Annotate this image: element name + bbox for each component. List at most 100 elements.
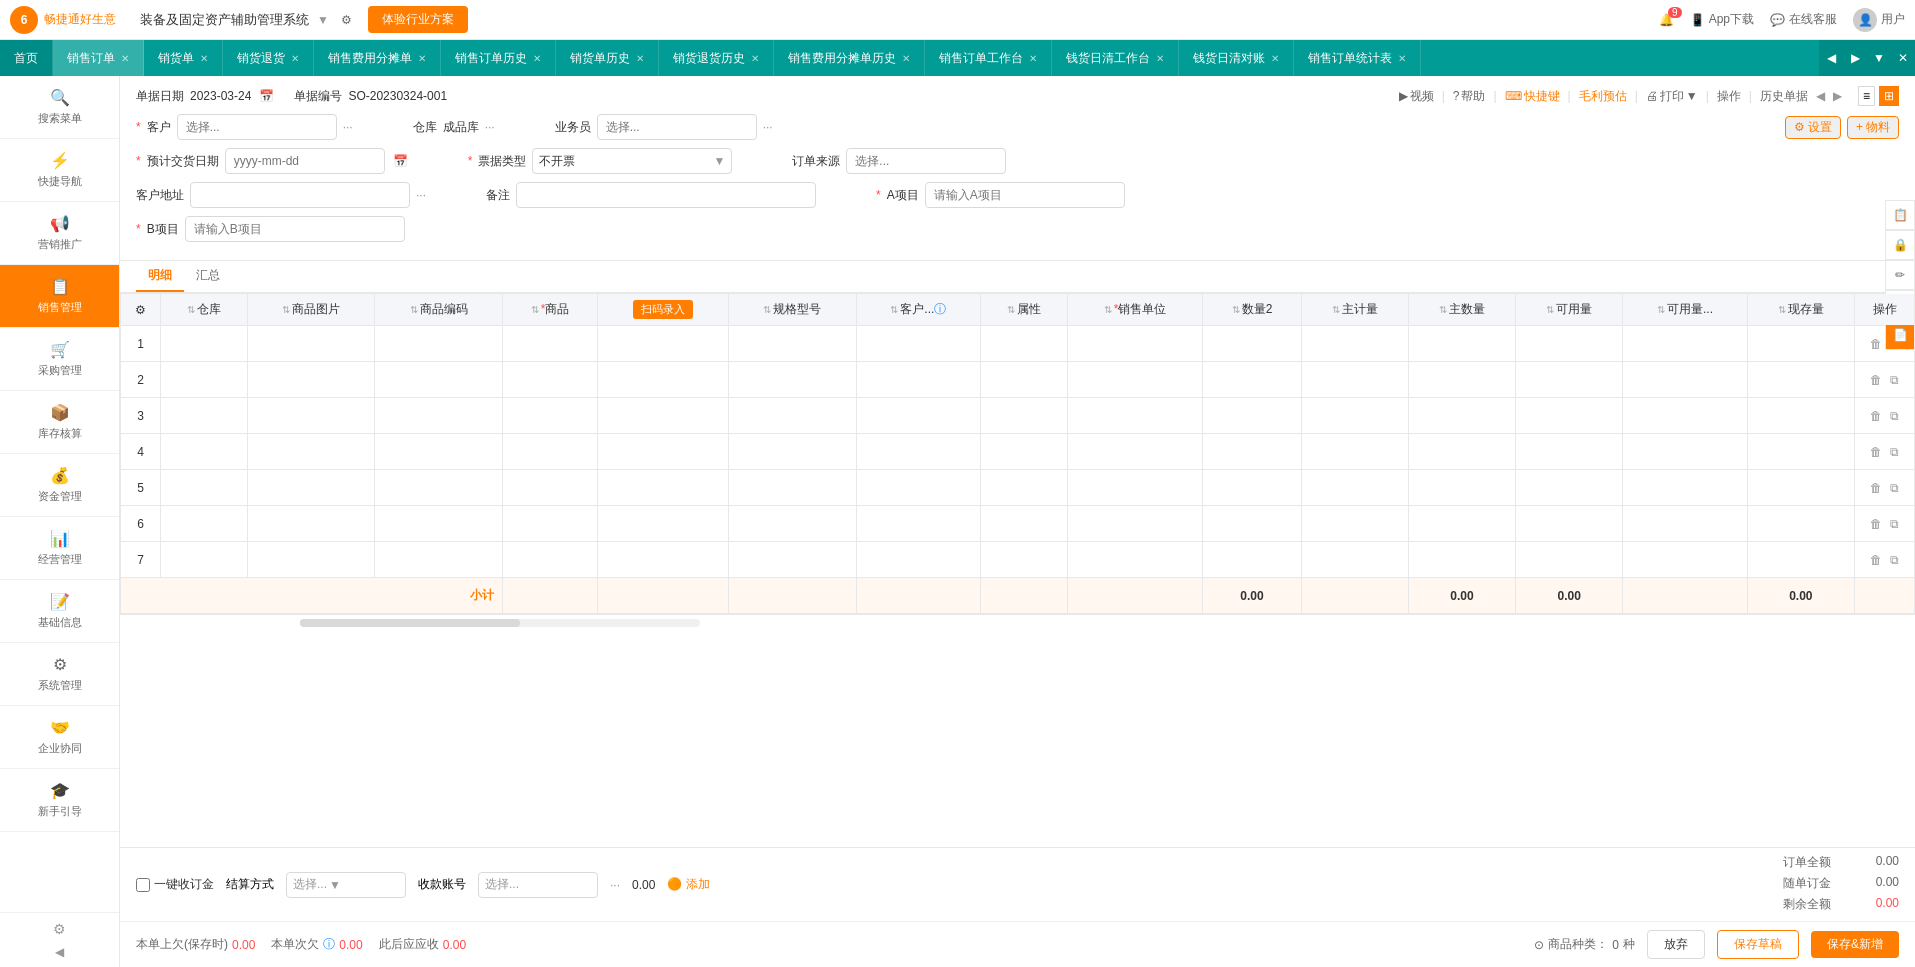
row-7-customer-code[interactable] — [856, 542, 980, 578]
tab-invoice-history-close[interactable]: ✕ — [636, 53, 644, 64]
tab-sales-order-close[interactable]: ✕ — [121, 53, 129, 64]
warehouse-expand-btn[interactable]: ··· — [485, 120, 495, 134]
tab-sales-return[interactable]: 销货退货 ✕ — [223, 40, 314, 76]
tab-detail[interactable]: 明细 — [136, 261, 184, 292]
row-3-spec[interactable] — [729, 398, 857, 434]
bank-account-select[interactable]: 选择... — [478, 872, 598, 898]
row-1-main-unit[interactable] — [1301, 326, 1408, 362]
print-btn[interactable]: 🖨 打印 ▼ — [1646, 88, 1698, 105]
delivery-date-input[interactable] — [225, 148, 385, 174]
sidebar-item-enterprise[interactable]: 🤝 企业协同 — [0, 706, 119, 769]
row-4-spec[interactable] — [729, 434, 857, 470]
row-5-unit[interactable] — [1067, 470, 1203, 506]
sidebar-item-quick-nav[interactable]: ⚡ 快捷导航 — [0, 139, 119, 202]
industry-btn[interactable]: 体验行业方案 — [368, 6, 468, 33]
tab-sales-invoice-close[interactable]: ✕ — [200, 53, 208, 64]
row-1-customer-code[interactable] — [856, 326, 980, 362]
scan-btn[interactable]: 扫码录入 — [633, 300, 693, 319]
notifications-btn[interactable]: 🔔 9 — [1659, 13, 1674, 27]
save-new-btn[interactable]: 保存&新增 — [1811, 931, 1899, 958]
row-7-code[interactable] — [375, 542, 503, 578]
nav-close-all[interactable]: ✕ — [1891, 40, 1915, 76]
staff-expand-btn[interactable]: ··· — [763, 120, 773, 134]
row-6-main-qty[interactable] — [1408, 506, 1515, 542]
tab-expense-history[interactable]: 销售费用分摊单历史 ✕ — [774, 40, 925, 76]
current-debt-info[interactable]: ⓘ — [323, 936, 335, 953]
row-4-attributes[interactable] — [980, 434, 1067, 470]
row-1-delete-icon[interactable]: 🗑 — [1870, 337, 1882, 351]
save-draft-btn[interactable]: 保存草稿 — [1717, 930, 1799, 959]
row-5-code[interactable] — [375, 470, 503, 506]
customer-expand-btn[interactable]: ··· — [343, 120, 353, 134]
row-4-unit[interactable] — [1067, 434, 1203, 470]
row-7-warehouse[interactable] — [161, 542, 248, 578]
sidebar-item-business[interactable]: 📊 经营管理 — [0, 517, 119, 580]
row-5-warehouse[interactable] — [161, 470, 248, 506]
quick-settle-checkbox[interactable]: 一键收订金 — [136, 876, 214, 893]
tab-cash-reconcile[interactable]: 钱货日清对账 ✕ — [1179, 40, 1294, 76]
help-btn[interactable]: ? 帮助 — [1453, 88, 1486, 105]
tab-cash-reconcile-close[interactable]: ✕ — [1271, 53, 1279, 64]
tab-order-stats[interactable]: 销售订单统计表 ✕ — [1294, 40, 1421, 76]
row-1-attributes[interactable] — [980, 326, 1067, 362]
row-5-delete-icon[interactable]: 🗑 — [1870, 481, 1882, 495]
row-3-main-unit[interactable] — [1301, 398, 1408, 434]
row-2-code[interactable] — [375, 362, 503, 398]
row-1-main-qty[interactable] — [1408, 326, 1515, 362]
row-3-code[interactable] — [375, 398, 503, 434]
discard-btn[interactable]: 放弃 — [1647, 930, 1705, 959]
tab-cash-workbench[interactable]: 钱货日清工作台 ✕ — [1052, 40, 1179, 76]
row-2-delete-icon[interactable]: 🗑 — [1870, 373, 1882, 387]
row-5-copy-icon[interactable]: ⧉ — [1890, 481, 1899, 495]
nav-next-arrow[interactable]: ▶ — [1843, 40, 1867, 76]
history-btn[interactable]: 历史单据 — [1760, 88, 1808, 105]
settings-icon[interactable]: ⚙ — [341, 13, 352, 27]
b-project-input[interactable] — [185, 216, 405, 242]
address-expand-btn[interactable]: ··· — [416, 188, 426, 202]
tab-order-stats-close[interactable]: ✕ — [1398, 53, 1406, 64]
tab-sales-invoice[interactable]: 销货单 ✕ — [144, 40, 223, 76]
row-7-unit[interactable] — [1067, 542, 1203, 578]
sidebar-item-inventory[interactable]: 📦 库存核算 — [0, 391, 119, 454]
row-6-attributes[interactable] — [980, 506, 1067, 542]
row-4-code[interactable] — [375, 434, 503, 470]
row-1-spec[interactable] — [729, 326, 857, 362]
tab-invoice-history[interactable]: 销货单历史 ✕ — [556, 40, 659, 76]
tab-order-workbench-close[interactable]: ✕ — [1029, 53, 1037, 64]
row-1-unit[interactable] — [1067, 326, 1203, 362]
row-2-main-qty[interactable] — [1408, 362, 1515, 398]
row-4-copy-icon[interactable]: ⧉ — [1890, 445, 1899, 459]
row-3-unit[interactable] — [1067, 398, 1203, 434]
row-2-copy-icon[interactable]: ⧉ — [1890, 373, 1899, 387]
address-input[interactable] — [190, 182, 410, 208]
row-7-spec[interactable] — [729, 542, 857, 578]
tab-sales-return-close[interactable]: ✕ — [291, 53, 299, 64]
row-6-copy-icon[interactable]: ⧉ — [1890, 517, 1899, 531]
row-1-product[interactable] — [503, 326, 598, 362]
row-1-warehouse[interactable] — [161, 326, 248, 362]
customer-input[interactable] — [177, 114, 337, 140]
app-download-btn[interactable]: 📱 App下载 — [1690, 11, 1754, 28]
row-4-product[interactable] — [503, 434, 598, 470]
row-5-main-qty[interactable] — [1408, 470, 1515, 506]
row-1-qty2[interactable] — [1203, 326, 1301, 362]
tab-sales-order[interactable]: 销售订单 ✕ — [53, 40, 144, 76]
settle-method-select[interactable]: 选择... ▼ — [286, 872, 406, 898]
row-3-copy-icon[interactable]: ⧉ — [1890, 409, 1899, 423]
sidebar-item-marketing[interactable]: 📢 营销推广 — [0, 202, 119, 265]
row-6-spec[interactable] — [729, 506, 857, 542]
nav-next[interactable]: ▶ — [1833, 89, 1842, 103]
shortcut-btn[interactable]: ⌨ 快捷键 — [1505, 88, 1560, 105]
tab-sales-expense[interactable]: 销售费用分摊单 ✕ — [314, 40, 441, 76]
add-material-btn[interactable]: + 物料 — [1847, 116, 1899, 139]
tab-home[interactable]: 首页 — [0, 40, 53, 76]
profit-btn[interactable]: 毛利预估 — [1579, 88, 1627, 105]
tab-return-history-close[interactable]: ✕ — [751, 53, 759, 64]
tab-expense-history-close[interactable]: ✕ — [902, 53, 910, 64]
sidebar-item-finance[interactable]: 💰 资金管理 — [0, 454, 119, 517]
right-icon-3[interactable]: ✏ — [1885, 260, 1915, 290]
row-7-qty2[interactable] — [1203, 542, 1301, 578]
customer-code-info-icon[interactable]: ⓘ — [934, 302, 946, 316]
row-7-copy-icon[interactable]: ⧉ — [1890, 553, 1899, 567]
row-4-customer-code[interactable] — [856, 434, 980, 470]
